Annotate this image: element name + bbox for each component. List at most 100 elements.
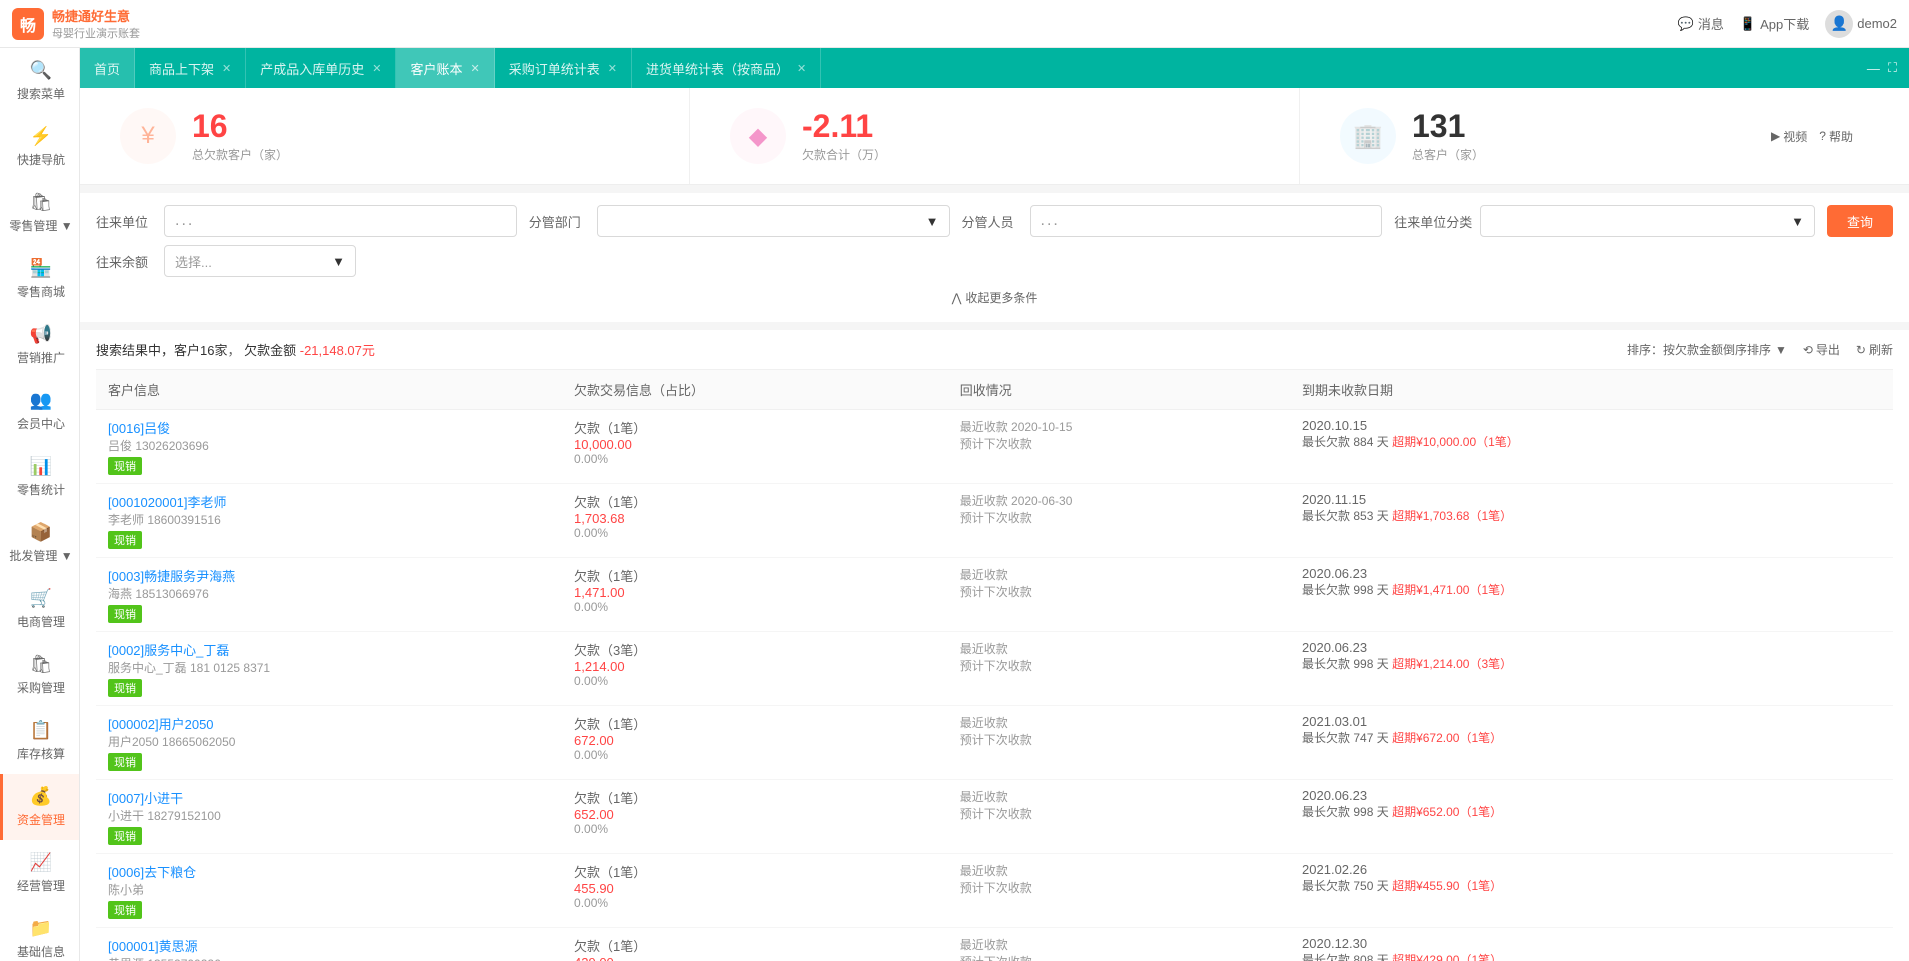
total-customers-icon: 🏢: [1340, 108, 1396, 164]
sort-select[interactable]: 排序：按欠款金额倒序排序 ▼: [1627, 341, 1787, 358]
debt-count-0: 欠款（1笔）: [574, 418, 936, 437]
batch-mgmt-label: 批发管理 ▼: [9, 547, 72, 564]
tab-product-history[interactable]: 产成品入库单历史 ✕: [246, 48, 396, 88]
sidebar-item-finance[interactable]: 💰 资金管理: [0, 774, 79, 840]
data-table: 客户信息 欠款交易信息（占比） 回收情况 到期未收款日期 [0016]吕俊 吕俊…: [96, 370, 1893, 961]
customer-name-0[interactable]: [0016]吕俊: [108, 418, 550, 437]
overdue-amount-3[interactable]: 超期¥1,214.00（3笔）: [1392, 657, 1512, 671]
video-label: 视频: [1783, 128, 1807, 145]
tab-inbound-stats[interactable]: 进货单统计表（按商品） ✕: [632, 48, 821, 88]
tab-bar: 首页 商品上下架 ✕ 产成品入库单历史 ✕ 客户账本 ✕ 采购订单统计表 ✕ 进…: [80, 48, 1909, 88]
tab-product-offline[interactable]: 商品上下架 ✕: [135, 48, 246, 88]
tab-close-product-offline[interactable]: ✕: [222, 62, 231, 75]
tab-customer-account[interactable]: 客户账本 ✕: [396, 48, 494, 88]
app-name: 畅捷通好生意: [52, 6, 140, 25]
sidebar-item-ecommerce[interactable]: 🛒 电商管理: [0, 576, 79, 642]
result-amount-value: -21,148.07元: [300, 343, 375, 358]
overdue-info-4: 最长欠款 747 天 超期¥672.00（1笔）: [1302, 729, 1881, 746]
help-btn[interactable]: ? 帮助: [1819, 128, 1853, 145]
sidebar-item-purchase[interactable]: 🛍 采购管理: [0, 642, 79, 708]
header-right: 💬 消息 📱 App下载 👤 demo2: [1678, 10, 1897, 38]
cell-customer-2: [0003]畅捷服务尹海燕 海燕 18513066976 现销: [96, 558, 562, 632]
sidebar-item-ops[interactable]: 📈 经营管理: [0, 840, 79, 906]
debt-customers-value: 16: [192, 110, 288, 142]
customer-phone-2: 海燕 18513066976: [108, 585, 550, 602]
sidebar-item-retail-mgmt[interactable]: 🛍 零售管理 ▼: [0, 180, 79, 246]
message-btn[interactable]: 💬 消息: [1678, 14, 1724, 33]
customer-name-6[interactable]: [0006]去下粮仓: [108, 862, 550, 881]
customer-name-5[interactable]: [0007]小进干: [108, 788, 550, 807]
tab-purchase-order[interactable]: 采购订单统计表 ✕: [495, 48, 632, 88]
next-collection-0: 预计下次收款: [960, 435, 1278, 452]
customer-phone-1: 李老师 18600391516: [108, 511, 550, 528]
tab-close-inbound-stats[interactable]: ✕: [797, 62, 806, 75]
app-download-btn[interactable]: 📱 App下载: [1740, 14, 1809, 33]
app-download-label: App下载: [1760, 14, 1809, 33]
next-collection-3: 预计下次收款: [960, 657, 1278, 674]
sidebar-item-basic-info[interactable]: 📁 基础信息: [0, 906, 79, 961]
retail-stats-label: 零售统计: [17, 481, 65, 498]
filter-dept-select[interactable]: ▼: [597, 205, 950, 237]
tab-close-product-history[interactable]: ✕: [372, 62, 381, 75]
overdue-info-3: 最长欠款 998 天 超期¥1,214.00（3笔）: [1302, 655, 1881, 672]
filter-person-select[interactable]: ...: [1030, 205, 1383, 237]
ops-label: 经营管理: [17, 877, 65, 894]
cell-collection-7: 最近收款 预计下次收款: [948, 928, 1290, 961]
filter-area: 往来单位 ... 分管部门 ▼ 分管人员: [80, 193, 1909, 322]
sidebar-item-inventory[interactable]: 📋 库存核算: [0, 708, 79, 774]
refresh-btn[interactable]: ↻ 刷新: [1856, 341, 1893, 358]
result-text: 搜索结果中，客户16家， 欠款金额 -21,148.07元: [96, 340, 375, 359]
recent-collection-label-4: 最近收款: [960, 714, 1278, 731]
tab-minimize-icon[interactable]: —: [1867, 61, 1880, 76]
tab-close-purchase-order[interactable]: ✕: [608, 62, 617, 75]
customer-name-2[interactable]: [0003]畅捷服务尹海燕: [108, 566, 550, 585]
export-btn[interactable]: ⟲ 导出: [1803, 341, 1840, 358]
debt-count-5: 欠款（1笔）: [574, 788, 936, 807]
customer-tag-3: 现销: [108, 679, 142, 697]
cell-customer-3: [0002]服务中心_丁磊 服务中心_丁磊 181 0125 8371 现销: [96, 632, 562, 706]
video-btn[interactable]: ▶ 视频: [1771, 128, 1807, 145]
tab-customer-account-label: 客户账本: [410, 59, 462, 78]
customer-name-1[interactable]: [0001020001]李老师: [108, 492, 550, 511]
tab-home[interactable]: 首页: [80, 48, 135, 88]
filter-unit-category-label: 往来单位分类: [1394, 212, 1472, 231]
overdue-days-5: 最长欠款 998 天: [1302, 805, 1392, 819]
overdue-amount-7[interactable]: 超期¥429.00（1笔）: [1392, 953, 1502, 961]
sidebar-item-batch-mgmt[interactable]: 📦 批发管理 ▼: [0, 510, 79, 576]
cell-collection-3: 最近收款 预计下次收款: [948, 632, 1290, 706]
recent-collection-label-7: 最近收款: [960, 936, 1278, 953]
member-label: 会员中心: [17, 415, 65, 432]
sidebar-quick-nav[interactable]: ⚡ 快捷导航: [0, 114, 79, 180]
customer-name-3[interactable]: [0002]服务中心_丁磊: [108, 640, 550, 659]
avatar: 👤: [1825, 10, 1853, 38]
overdue-amount-4[interactable]: 超期¥672.00（1笔）: [1392, 731, 1502, 745]
overdue-amount-0[interactable]: 超期¥10,000.00（1笔）: [1392, 435, 1519, 449]
overdue-amount-5[interactable]: 超期¥652.00（1笔）: [1392, 805, 1502, 819]
search-button[interactable]: 查询: [1827, 205, 1893, 237]
customer-name-4[interactable]: [000002]用户2050: [108, 714, 550, 733]
overdue-days-0: 最长欠款 884 天: [1302, 435, 1392, 449]
overdue-amount-2[interactable]: 超期¥1,471.00（1笔）: [1392, 583, 1512, 597]
sidebar-item-retail-store[interactable]: 🏪 零售商城: [0, 246, 79, 312]
sidebar-item-marketing[interactable]: 📢 营销推广: [0, 312, 79, 378]
filter-unit-category-select[interactable]: ▼: [1480, 205, 1815, 237]
collapse-button[interactable]: ⋀ 收起更多条件: [952, 285, 1038, 310]
overdue-amount-1[interactable]: 超期¥1,703.68（1笔）: [1392, 509, 1512, 523]
col-customer-info: 客户信息: [96, 370, 562, 410]
due-date-3: 2020.06.23: [1302, 640, 1881, 655]
tab-maximize-icon[interactable]: ⛶: [1888, 60, 1897, 76]
user-menu[interactable]: 👤 demo2: [1825, 10, 1897, 38]
sidebar-item-member[interactable]: 👥 会员中心: [0, 378, 79, 444]
sidebar-item-retail-stats[interactable]: 📊 零售统计: [0, 444, 79, 510]
tab-close-customer-account[interactable]: ✕: [471, 62, 480, 75]
customer-name-7[interactable]: [000001]黄思源: [108, 936, 550, 955]
overdue-amount-6[interactable]: 超期¥455.90（1笔）: [1392, 879, 1502, 893]
refresh-label: 刷新: [1869, 341, 1893, 358]
cell-debt-2: 欠款（1笔） 1,471.00 0.00%: [562, 558, 948, 632]
help-label: 帮助: [1829, 128, 1853, 145]
filter-source-select[interactable]: ...: [164, 205, 517, 237]
sidebar-search[interactable]: 🔍 搜索菜单: [0, 48, 79, 114]
search-icon: 🔍: [30, 60, 52, 81]
filter-balance-select[interactable]: 选择... ▼: [164, 245, 356, 277]
overdue-info-1: 最长欠款 853 天 超期¥1,703.68（1笔）: [1302, 507, 1881, 524]
